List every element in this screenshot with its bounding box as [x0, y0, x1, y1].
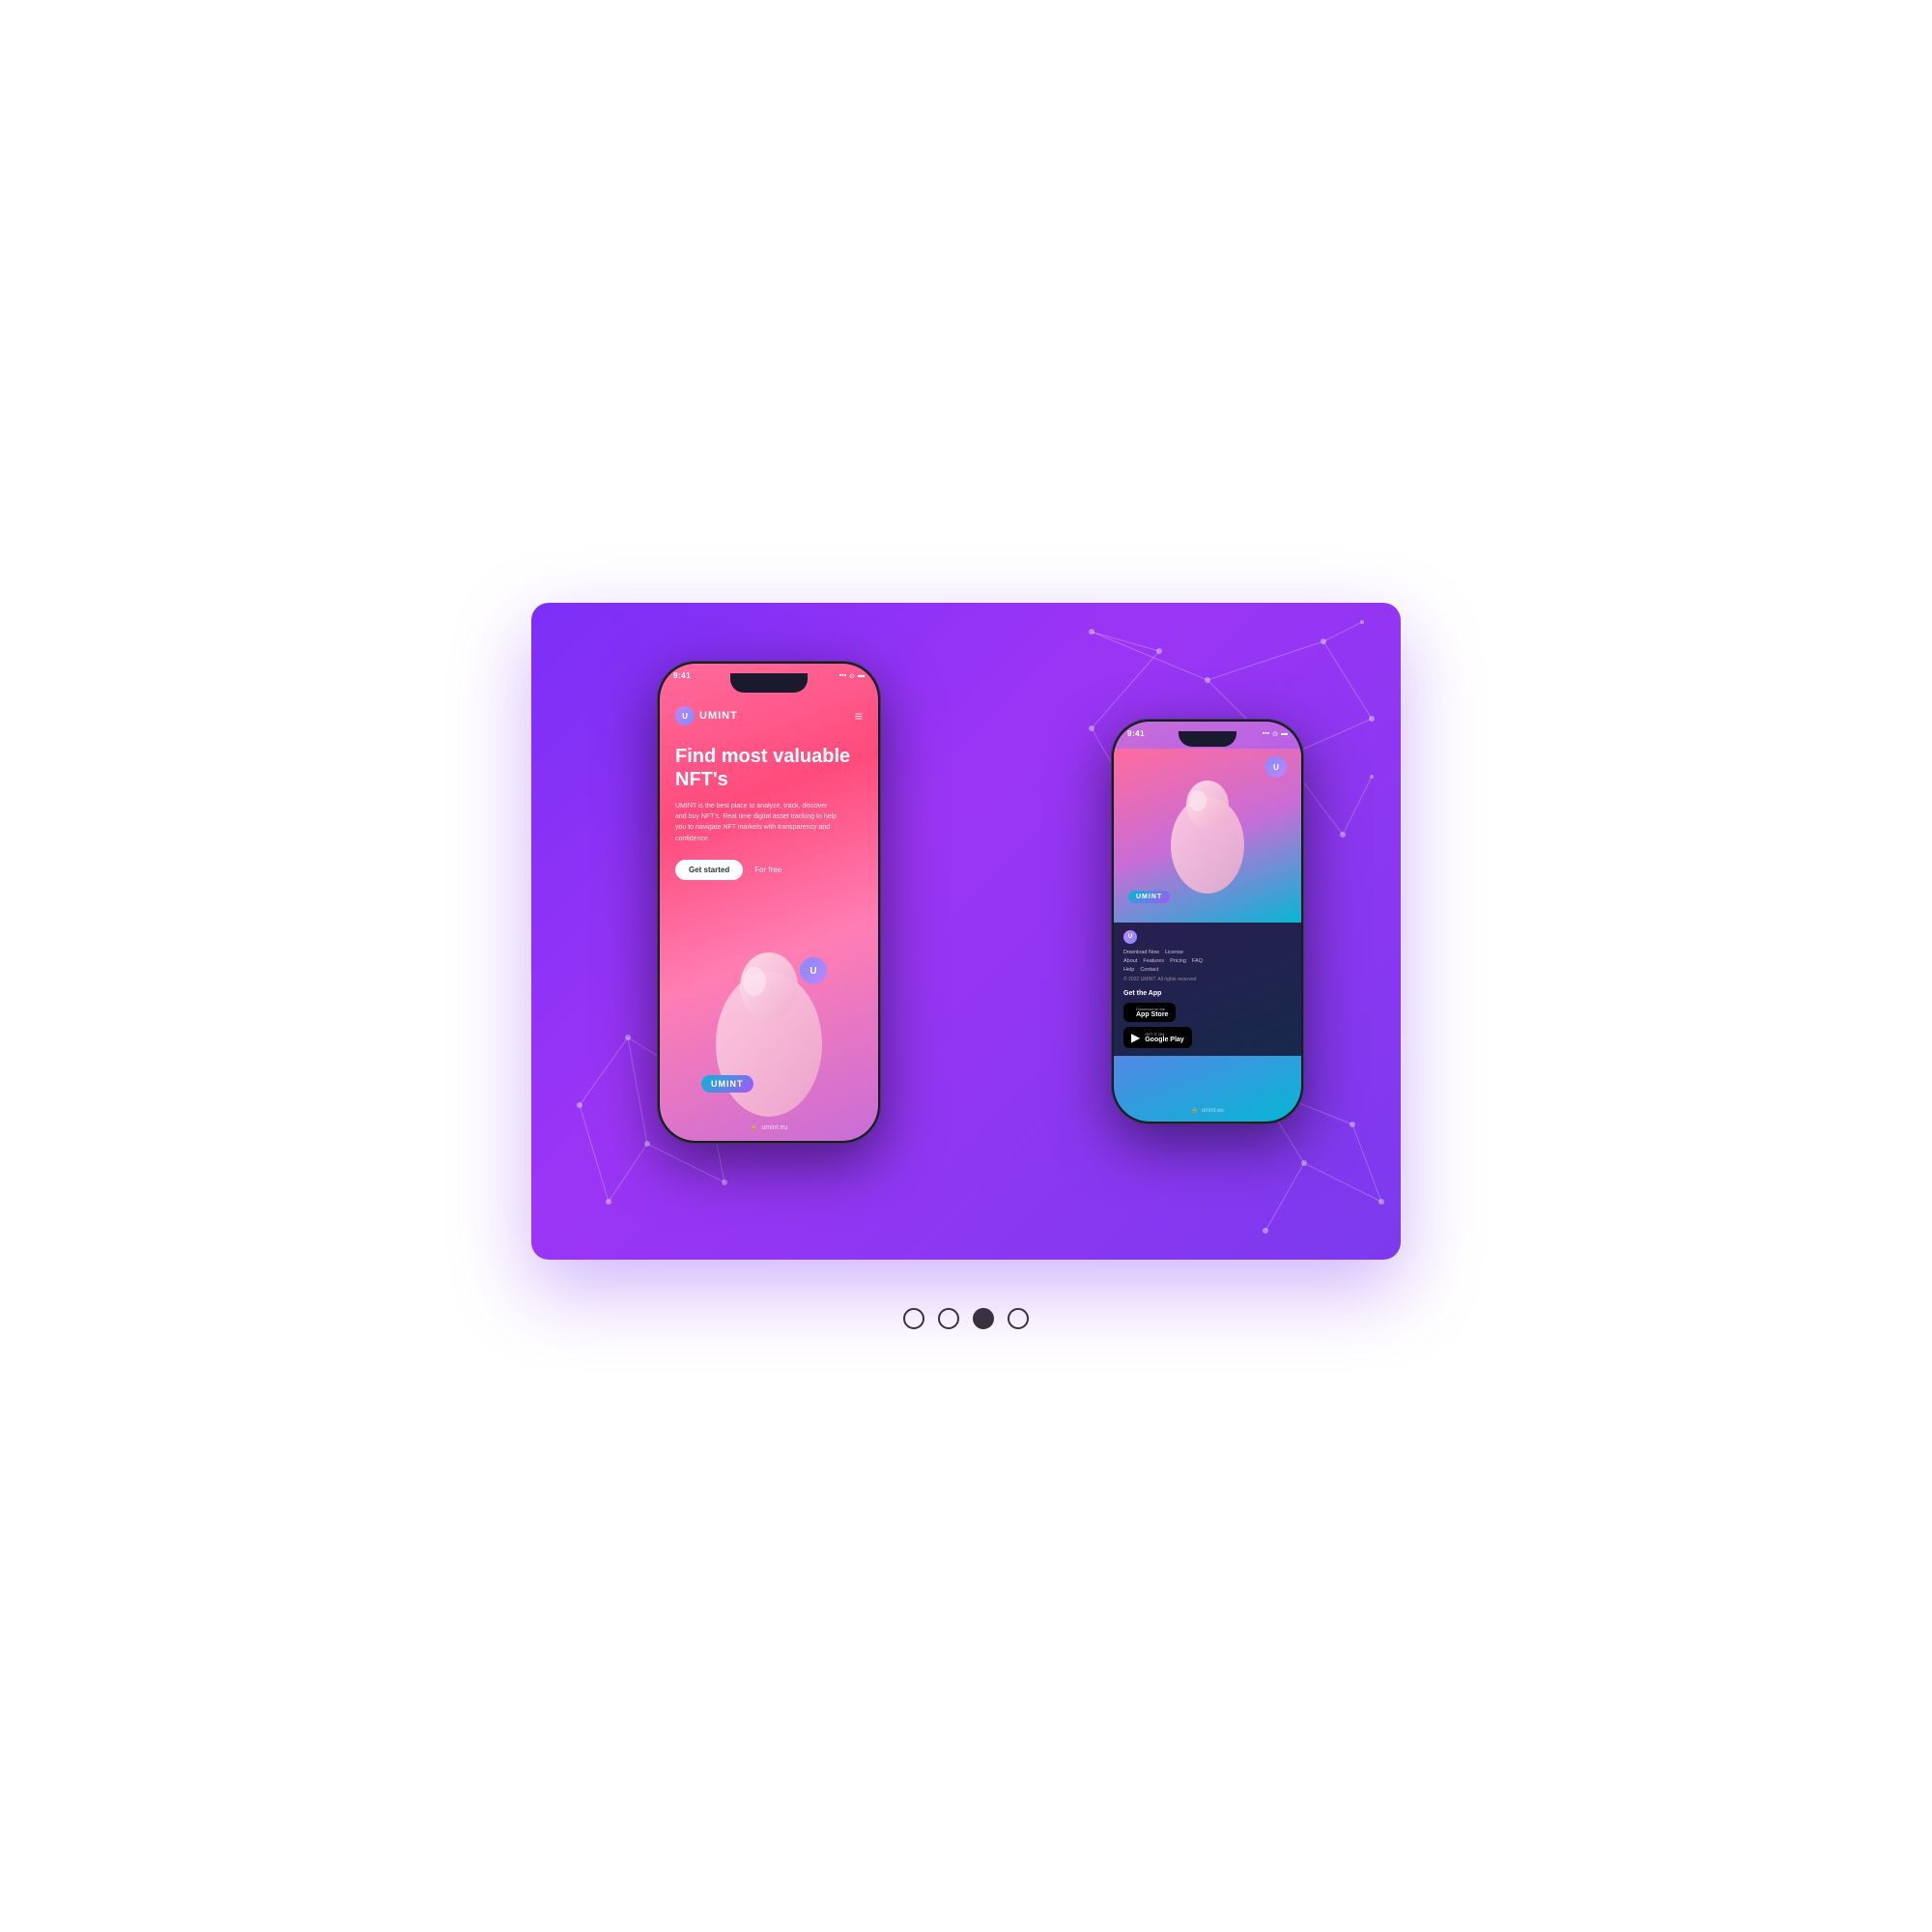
phone-large: 9:41 ▪▪▪ ⊙ ▬ U UMIN	[657, 661, 881, 1144]
nav-pricing[interactable]: Pricing	[1170, 958, 1186, 964]
footer-nav-row-1: Download Now License	[1123, 950, 1292, 955]
phone-small-url: 🔒 umint.eu	[1191, 1107, 1224, 1114]
small-sculpture-svg	[1159, 778, 1256, 894]
indicators	[903, 1308, 1029, 1329]
play-icon: ▶	[1131, 1031, 1140, 1044]
nav-download[interactable]: Download Now	[1123, 950, 1159, 955]
wifi-icon: ⊙	[849, 672, 855, 680]
get-started-button[interactable]: Get started	[675, 860, 743, 880]
phone-large-brand: U UMINT	[675, 706, 738, 725]
indicator-dot-3[interactable]	[973, 1308, 994, 1329]
cta-row: Get started For free	[675, 860, 863, 880]
phone-large-time: 9:41	[673, 671, 691, 680]
sculpture: UMINT U	[692, 948, 846, 1122]
footer-brand-row: U	[1123, 930, 1292, 944]
play-store-text: GET IT ON Google Play	[1145, 1032, 1183, 1043]
phone-small-screen: 9:41 ▪▪▪ ⊙ ▬	[1114, 722, 1301, 1122]
hamburger-icon[interactable]: ≡	[855, 708, 863, 724]
small-hero: U UMINT	[1114, 749, 1301, 923]
battery-icon-small: ▬	[1281, 730, 1288, 737]
nav-faq[interactable]: FAQ	[1192, 958, 1203, 964]
nav-features[interactable]: Features	[1143, 958, 1164, 964]
play-store-button[interactable]: ▶ GET IT ON Google Play	[1123, 1027, 1192, 1048]
indicator-dot-4[interactable]	[1008, 1308, 1029, 1329]
indicator-dot-2[interactable]	[938, 1308, 959, 1329]
battery-icon: ▬	[858, 672, 865, 679]
indicator-dot-1[interactable]	[903, 1308, 924, 1329]
app-store-big-label: App Store	[1136, 1011, 1168, 1018]
small-lock-icon: 🔒	[1191, 1107, 1198, 1114]
phone-large-brand-icon: U	[675, 706, 695, 725]
phone-small: 9:41 ▪▪▪ ⊙ ▬	[1111, 719, 1304, 1124]
signal-icon-small: ▪▪▪	[1263, 730, 1269, 737]
phone-small-status-icons: ▪▪▪ ⊙ ▬	[1263, 730, 1288, 738]
hero-title: Find most valuable NFT's	[675, 745, 863, 791]
purple-background: 9:41 ▪▪▪ ⊙ ▬ U UMIN	[531, 603, 1401, 1260]
phone-large-status-icons: ▪▪▪ ⊙ ▬	[839, 672, 865, 680]
phone-large-status-bar: 9:41 ▪▪▪ ⊙ ▬	[660, 671, 878, 680]
footer-nav-row-2: About Features Pricing FAQ	[1123, 958, 1292, 964]
footer-copyright: © 2022 UMINT. All rights reserved	[1123, 977, 1292, 982]
nft-image-area: UMINT U	[660, 928, 878, 1122]
outer-container: 9:41 ▪▪▪ ⊙ ▬ U UMIN	[0, 0, 1932, 1932]
footer-brand-icon: U	[1123, 930, 1137, 944]
phone-small-content: U UMINT U	[1114, 749, 1301, 1122]
footer-nav: Download Now License About Features Pric…	[1123, 950, 1292, 973]
nav-license[interactable]: License	[1165, 950, 1183, 955]
umint-badge-large: U	[800, 957, 827, 984]
nav-about[interactable]: About	[1123, 958, 1137, 964]
lock-icon: 🔒	[751, 1124, 757, 1131]
small-umint-tag: UMINT	[1128, 891, 1170, 903]
nav-contact[interactable]: Contact	[1140, 967, 1158, 973]
footer-section: U Download Now License About Feature	[1114, 923, 1301, 1056]
app-store-button[interactable]: Download on the App Store	[1123, 1003, 1176, 1022]
small-brand-badge: U	[1265, 756, 1287, 778]
wifi-icon-small: ⊙	[1272, 730, 1278, 738]
hero-description: UMINT is the best place to analyze, trac…	[675, 801, 839, 844]
phone-large-nav: U UMINT ≡	[675, 706, 863, 725]
footer-nav-row-3: Help Contact	[1123, 967, 1292, 973]
app-store-text: Download on the App Store	[1136, 1007, 1168, 1018]
signal-icon: ▪▪▪	[839, 672, 846, 679]
nav-help[interactable]: Help	[1123, 967, 1134, 973]
phone-small-time: 9:41	[1127, 729, 1145, 738]
umint-tag-large: UMINT	[701, 1075, 753, 1093]
phone-small-status-bar: 9:41 ▪▪▪ ⊙ ▬	[1114, 729, 1301, 738]
phone-large-brand-name: UMINT	[699, 710, 738, 722]
get-app-title: Get the App	[1123, 990, 1292, 997]
play-store-big-label: Google Play	[1145, 1037, 1183, 1043]
for-free-label: For free	[754, 866, 781, 874]
phone-large-url: 🔒 umint.eu	[751, 1124, 787, 1131]
phone-large-screen: 9:41 ▪▪▪ ⊙ ▬ U UMIN	[660, 664, 878, 1141]
